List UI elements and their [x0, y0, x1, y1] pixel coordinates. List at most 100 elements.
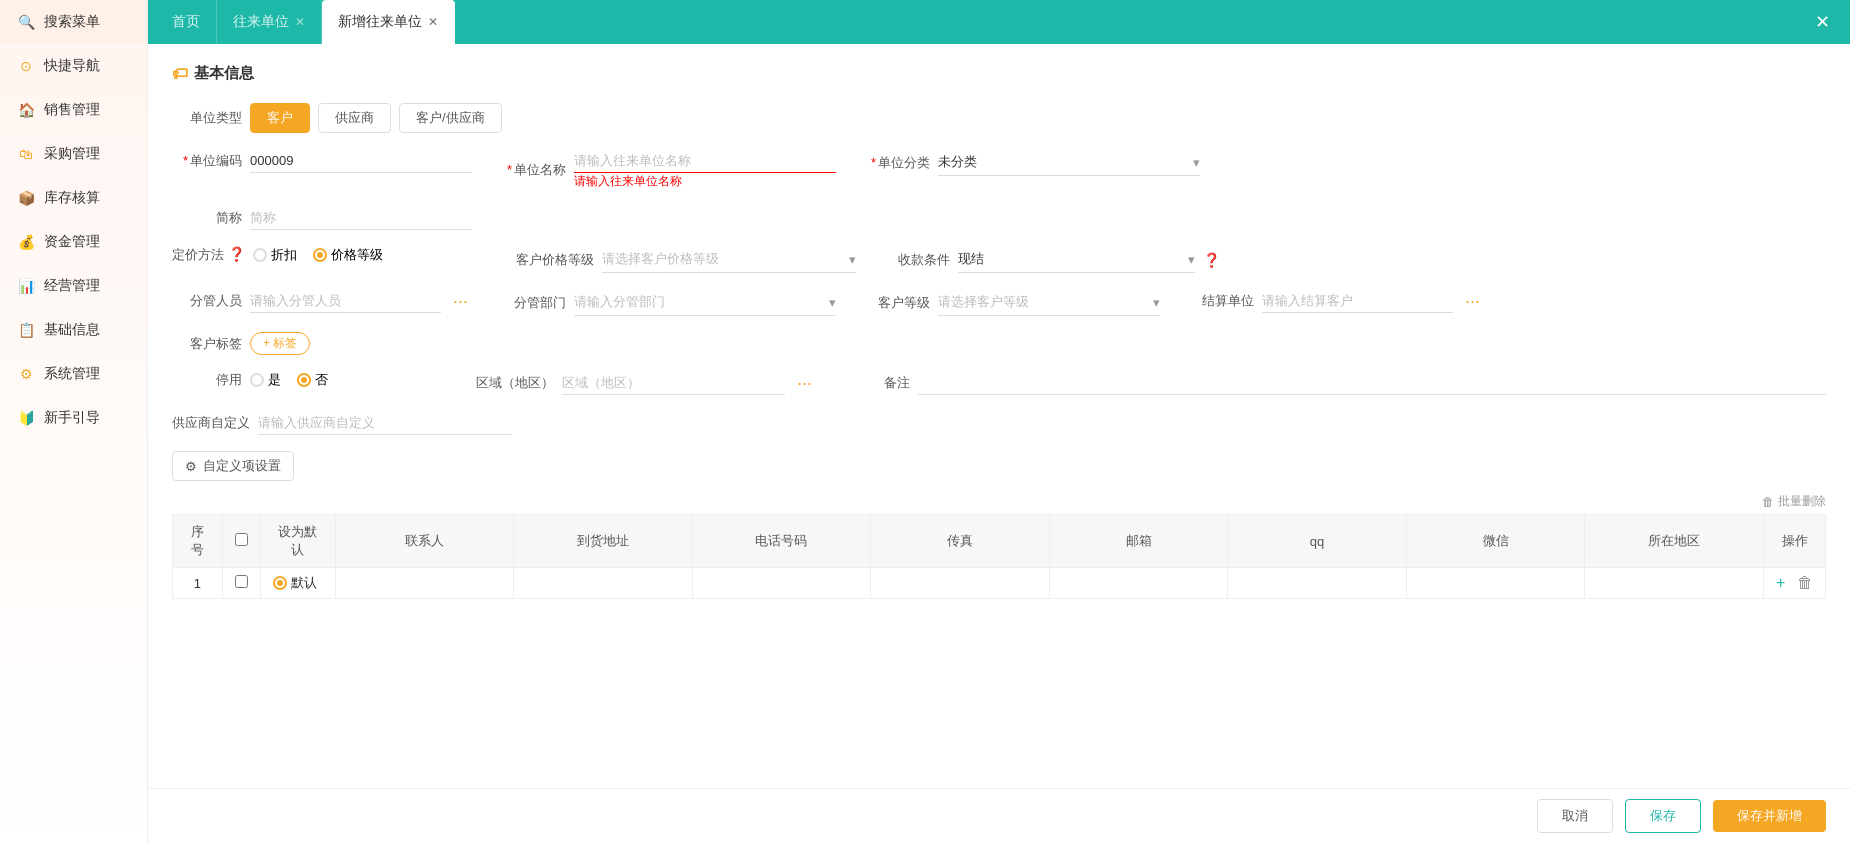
tab-partners[interactable]: 往来单位 ✕	[217, 0, 322, 44]
tab-partners-label: 往来单位	[233, 13, 289, 31]
sidebar-item-system[interactable]: ⚙ 系统管理	[0, 352, 147, 396]
unit-code-input[interactable]	[250, 149, 472, 173]
settlement-more-btn[interactable]: ···	[1461, 291, 1484, 312]
short-name-input[interactable]	[250, 206, 472, 230]
disabled-label: 停用	[172, 371, 242, 389]
disabled-yes[interactable]: 是	[250, 371, 281, 389]
save-button[interactable]: 保存	[1625, 799, 1701, 833]
row-qq[interactable]	[1228, 568, 1407, 599]
sidebar: 🔍 搜索菜单 ⊙ 快捷导航 🏠 销售管理 🛍 采购管理 📦 库存核算 💰 资金管…	[0, 0, 148, 843]
settlement-field: 结算单位 ···	[1184, 289, 1484, 313]
row-contact-input[interactable]	[348, 576, 502, 591]
sidebar-label-quicknav: 快捷导航	[44, 57, 100, 75]
row-phone-input[interactable]	[705, 576, 859, 591]
pricing-level-circle	[313, 248, 327, 262]
row-wechat[interactable]	[1406, 568, 1585, 599]
batch-delete-button[interactable]: 🗑 批量删除	[1762, 493, 1826, 510]
sidebar-item-operation[interactable]: 📊 经营管理	[0, 264, 147, 308]
row-fax[interactable]	[871, 568, 1050, 599]
row-fax-input[interactable]	[883, 576, 1037, 591]
unit-btn-supplier[interactable]: 供应商	[318, 103, 391, 133]
section-icon: 🏷	[172, 65, 188, 83]
department-select[interactable]: 请输入分管部门 ▾	[574, 289, 836, 316]
sidebar-item-basic[interactable]: 📋 基础信息	[0, 308, 147, 352]
settlement-input[interactable]	[1262, 289, 1453, 313]
pricing-help-icon[interactable]: ❓	[228, 246, 245, 262]
customer-price-level-select[interactable]: 请选择客户价格等级 ▾	[602, 246, 856, 273]
disabled-no[interactable]: 否	[297, 371, 328, 389]
remark-field: 备注	[840, 371, 1826, 395]
unit-btn-customer[interactable]: 客户	[250, 103, 310, 133]
row-region-input[interactable]	[1597, 576, 1751, 591]
sidebar-label-system: 系统管理	[44, 365, 100, 383]
code-name-category-row: *单位编码 *单位名称 请输入往来单位名称 *单位分类 未分类 ▾	[172, 149, 1826, 190]
pricing-level[interactable]: 价格等级	[313, 246, 383, 264]
cancel-button[interactable]: 取消	[1537, 799, 1613, 833]
tab-home[interactable]: 首页	[156, 0, 217, 44]
payment-terms-select[interactable]: 现结 ▾	[958, 246, 1195, 273]
region-more-btn[interactable]: ···	[793, 373, 816, 394]
sidebar-label-finance: 资金管理	[44, 233, 100, 251]
disabled-field: 停用 是 否	[172, 371, 452, 389]
row-wechat-input[interactable]	[1419, 576, 1573, 591]
customer-level-select[interactable]: 请选择客户等级 ▾	[938, 289, 1160, 316]
sidebar-item-search[interactable]: 🔍 搜索菜单	[0, 0, 147, 44]
col-wechat: 微信	[1406, 515, 1585, 568]
disabled-yes-label: 是	[268, 371, 281, 389]
add-tag-button[interactable]: + 标签	[250, 332, 310, 355]
col-email: 邮箱	[1049, 515, 1228, 568]
sidebar-item-quicknav[interactable]: ⊙ 快捷导航	[0, 44, 147, 88]
payment-help-icon[interactable]: ❓	[1203, 252, 1220, 268]
sidebar-item-purchase[interactable]: 🛍 采购管理	[0, 132, 147, 176]
finance-icon: 💰	[16, 232, 36, 252]
row-checkbox[interactable]	[235, 575, 248, 588]
tab-new-partner-close[interactable]: ✕	[428, 15, 438, 29]
sidebar-item-inventory[interactable]: 📦 库存核算	[0, 176, 147, 220]
form-area: 🏷 基本信息 单位类型 客户 供应商 客户/供应商 *单位编码 *单位名称	[148, 44, 1850, 788]
row-region[interactable]	[1585, 568, 1764, 599]
unit-name-input[interactable]	[574, 149, 836, 173]
unit-btn-both[interactable]: 客户/供应商	[399, 103, 502, 133]
row-email[interactable]	[1049, 568, 1228, 599]
row-default-dot	[277, 580, 283, 586]
tab-partners-close[interactable]: ✕	[295, 15, 305, 29]
row-address-input[interactable]	[526, 576, 680, 591]
tab-new-partner-label: 新增往来单位	[338, 13, 422, 31]
row-add-button[interactable]: +	[1776, 574, 1785, 591]
select-all-checkbox[interactable]	[235, 533, 248, 546]
pricing-discount-circle	[253, 248, 267, 262]
row-phone[interactable]	[692, 568, 871, 599]
manager-more-btn[interactable]: ···	[449, 291, 472, 312]
sidebar-item-finance[interactable]: 💰 资金管理	[0, 220, 147, 264]
tab-new-partner[interactable]: 新增往来单位 ✕	[322, 0, 455, 44]
col-checkbox	[222, 515, 260, 568]
unit-category-field: *单位分类 未分类 ▾	[860, 149, 1200, 176]
table-actions: 🗑 批量删除	[172, 493, 1826, 510]
manager-input[interactable]	[250, 289, 441, 313]
customer-price-level-placeholder: 请选择客户价格等级	[602, 250, 719, 268]
custom-settings-button[interactable]: ⚙ 自定义项设置	[172, 451, 294, 481]
supplier-custom-input[interactable]	[258, 411, 512, 435]
row-actions: + 🗑	[1764, 568, 1826, 599]
inventory-icon: 📦	[16, 188, 36, 208]
region-input[interactable]	[562, 371, 785, 395]
pricing-discount[interactable]: 折扣	[253, 246, 297, 264]
sidebar-item-sales[interactable]: 🏠 销售管理	[0, 88, 147, 132]
window-close-button[interactable]: ✕	[1803, 11, 1842, 33]
row-default-radio[interactable]: 默认	[273, 574, 323, 592]
remark-input[interactable]	[918, 371, 1826, 395]
pricing-level-dot	[317, 252, 323, 258]
short-name-field: 简称	[172, 206, 472, 230]
row-email-input[interactable]	[1062, 576, 1216, 591]
row-contact[interactable]	[335, 568, 514, 599]
col-default: 设为默认	[260, 515, 335, 568]
sidebar-item-newbie[interactable]: 🔰 新手引导	[0, 396, 147, 440]
save-new-button[interactable]: 保存并新增	[1713, 800, 1826, 832]
row-qq-input[interactable]	[1240, 576, 1394, 591]
trash-icon: 🗑	[1762, 495, 1774, 509]
unit-category-select[interactable]: 未分类 ▾	[938, 149, 1200, 176]
row-address[interactable]	[514, 568, 693, 599]
col-index: 序号	[173, 515, 223, 568]
row-delete-button[interactable]: 🗑	[1797, 574, 1813, 591]
manager-label: 分管人员	[172, 292, 242, 310]
